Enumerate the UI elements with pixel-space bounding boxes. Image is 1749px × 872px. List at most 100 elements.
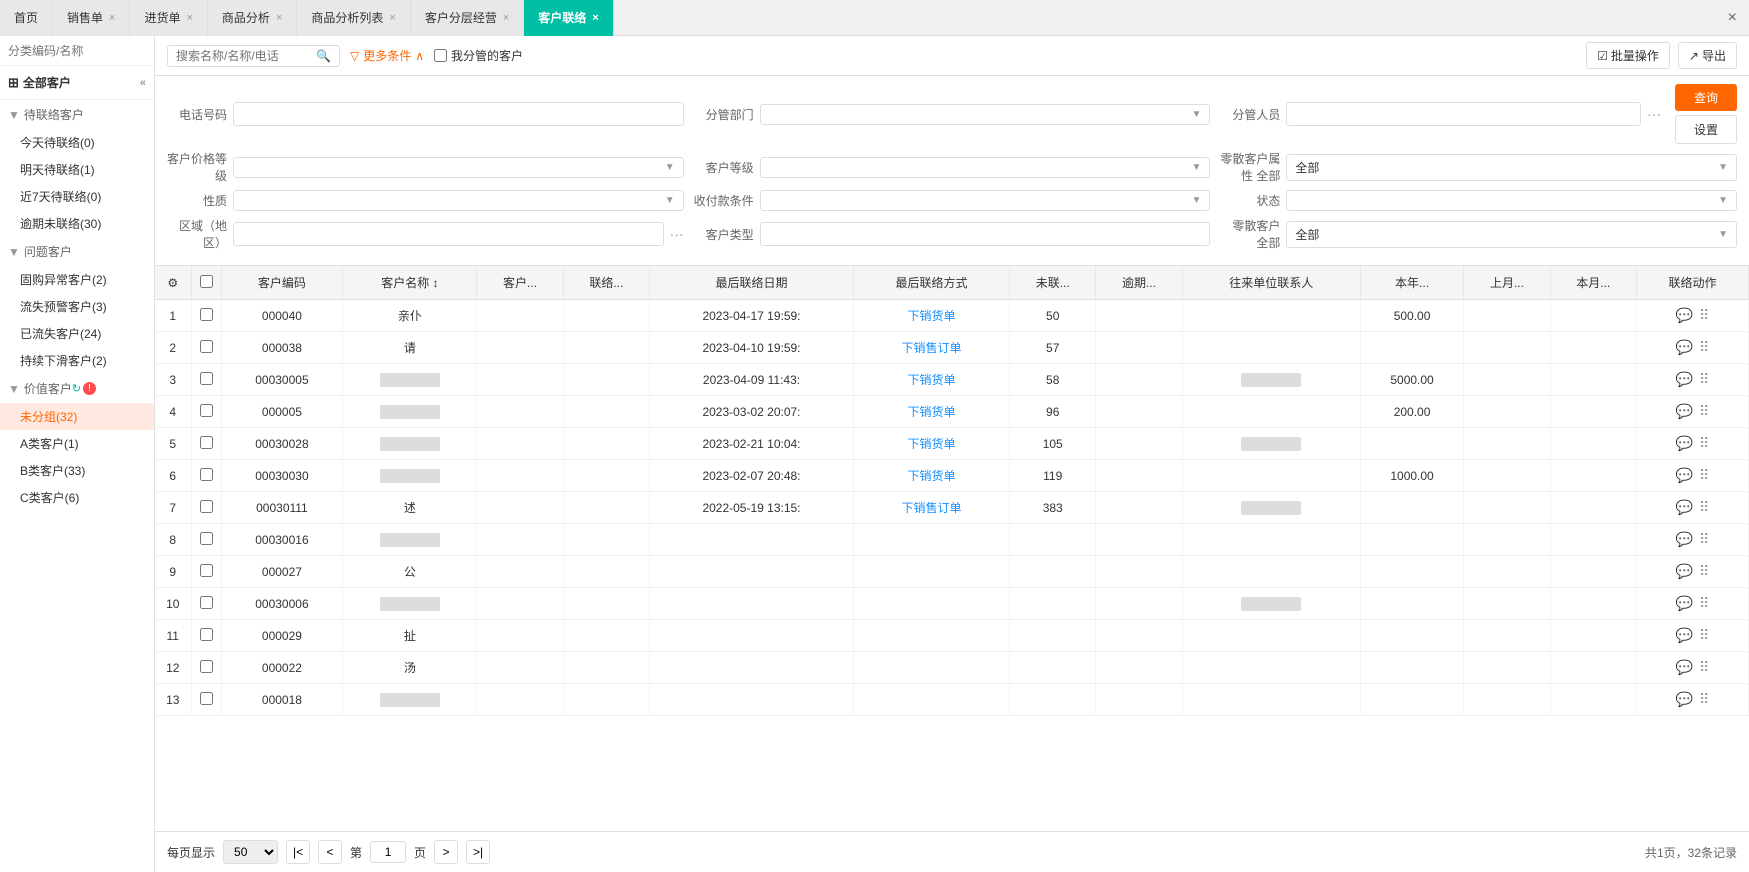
contact-type-link[interactable]: 下销售订单	[902, 501, 962, 515]
sidebar-group-value[interactable]: ▼ 价值客户 ↻ !	[0, 374, 154, 403]
tab-analysis-list-close[interactable]: ×	[389, 12, 395, 24]
contact-icon[interactable]: 💬	[1676, 627, 1693, 644]
filter-search-icon[interactable]: 🔍	[316, 49, 331, 63]
reset-button[interactable]: 设置	[1675, 115, 1737, 144]
sidebar-item-tomorrow[interactable]: 明天待联络(1)	[0, 156, 154, 183]
tab-sales[interactable]: 销售单 ×	[53, 0, 130, 36]
contact-type-link[interactable]: 下销货单	[908, 373, 956, 387]
cell-checkbox[interactable]	[191, 460, 221, 492]
sidebar-search-input[interactable]	[8, 44, 155, 58]
sidebar-group-pending[interactable]: ▼ 待联络客户	[0, 100, 154, 129]
cell-last-type[interactable]	[853, 684, 1009, 716]
cell-last-type[interactable]: 下销售订单	[853, 492, 1009, 524]
more-action-icon[interactable]: ⠿	[1699, 659, 1709, 676]
row-checkbox[interactable]	[200, 692, 213, 705]
more-action-icon[interactable]: ⠿	[1699, 691, 1709, 708]
filter-search-box[interactable]: 🔍	[167, 45, 340, 67]
contact-type-link[interactable]: 下销货单	[908, 405, 956, 419]
cell-last-type[interactable]	[853, 588, 1009, 620]
contact-icon[interactable]: 💬	[1676, 595, 1693, 612]
page-size-select[interactable]: 50 100	[223, 840, 278, 864]
tab-customer-contact-close[interactable]: ×	[592, 12, 598, 24]
cell-last-type[interactable]	[853, 652, 1009, 684]
customer-grade-select[interactable]: ▼	[760, 157, 1211, 178]
tab-analysis-list[interactable]: 商品分析列表 ×	[297, 0, 410, 36]
tab-customer-segment[interactable]: 客户分层经营 ×	[411, 0, 524, 36]
row-checkbox[interactable]	[200, 436, 213, 449]
manager-ellipsis-btn[interactable]: ···	[1647, 106, 1661, 122]
my-customers-checkbox[interactable]	[434, 49, 447, 62]
tab-customer-segment-close[interactable]: ×	[503, 12, 509, 24]
cell-checkbox[interactable]	[191, 492, 221, 524]
more-action-icon[interactable]: ⠿	[1699, 531, 1709, 548]
cell-last-type[interactable]	[853, 620, 1009, 652]
manager-input[interactable]	[1286, 102, 1641, 126]
row-checkbox[interactable]	[200, 660, 213, 673]
tab-purchase[interactable]: 进货单 ×	[130, 0, 207, 36]
sidebar-item-overdue[interactable]: 逾期未联络(30)	[0, 210, 154, 237]
more-action-icon[interactable]: ⠿	[1699, 627, 1709, 644]
more-action-icon[interactable]: ⠿	[1699, 403, 1709, 420]
page-input[interactable]	[370, 841, 406, 863]
row-checkbox[interactable]	[200, 564, 213, 577]
more-action-icon[interactable]: ⠿	[1699, 499, 1709, 516]
contact-icon[interactable]: 💬	[1676, 691, 1693, 708]
cust-type-input[interactable]	[760, 222, 1211, 246]
prev-page-btn[interactable]: <	[318, 840, 342, 864]
cell-last-type[interactable]: 下销货单	[853, 428, 1009, 460]
more-conditions-btn[interactable]: ▽ 更多条件 ∧	[350, 47, 424, 64]
contact-icon[interactable]: 💬	[1676, 339, 1693, 356]
row-checkbox[interactable]	[200, 404, 213, 417]
sidebar-item-today[interactable]: 今天待联络(0)	[0, 129, 154, 156]
sidebar-item-a-class[interactable]: A类客户(1)	[0, 430, 154, 457]
tab-analysis-close[interactable]: ×	[276, 12, 282, 24]
contact-type-link[interactable]: 下销售订单	[902, 341, 962, 355]
status-select[interactable]: ▼	[1286, 190, 1737, 211]
contact-icon[interactable]: 💬	[1676, 403, 1693, 420]
cell-checkbox[interactable]	[191, 652, 221, 684]
contact-icon[interactable]: 💬	[1676, 467, 1693, 484]
sidebar-item-declining[interactable]: 持续下滑客户(2)	[0, 347, 154, 374]
sidebar-item-ungroup[interactable]: 未分组(32)	[0, 403, 154, 430]
row-checkbox[interactable]	[200, 532, 213, 545]
more-action-icon[interactable]: ⠿	[1699, 595, 1709, 612]
th-settings[interactable]: ⚙	[155, 266, 191, 300]
cell-checkbox[interactable]	[191, 524, 221, 556]
my-customers-toggle[interactable]: 我分管的客户	[434, 47, 523, 64]
contact-icon[interactable]: 💬	[1676, 531, 1693, 548]
more-action-icon[interactable]: ⠿	[1699, 563, 1709, 580]
cell-last-type[interactable]: 下销货单	[853, 460, 1009, 492]
contact-type-link[interactable]: 下销货单	[908, 469, 956, 483]
sidebar-search-box[interactable]: 🔍	[0, 36, 154, 66]
sidebar-all-customers[interactable]: ⊞ 全部客户 «	[0, 66, 154, 100]
nature-select[interactable]: ▼	[233, 190, 684, 211]
cell-checkbox[interactable]	[191, 428, 221, 460]
row-checkbox[interactable]	[200, 308, 213, 321]
more-action-icon[interactable]: ⠿	[1699, 307, 1709, 324]
th-checkbox[interactable]	[191, 266, 221, 300]
cell-checkbox[interactable]	[191, 620, 221, 652]
retail-attr-select[interactable]: 全部 ▼	[1286, 154, 1737, 181]
tab-purchase-close[interactable]: ×	[186, 12, 192, 24]
last-page-btn[interactable]: >|	[466, 840, 490, 864]
query-button[interactable]: 查询	[1675, 84, 1737, 111]
cell-checkbox[interactable]	[191, 300, 221, 332]
row-checkbox[interactable]	[200, 340, 213, 353]
cell-last-type[interactable]: 下销货单	[853, 364, 1009, 396]
collapse-icon[interactable]: «	[140, 77, 146, 89]
first-page-btn[interactable]: |<	[286, 840, 310, 864]
region-ellipsis-btn[interactable]: ···	[670, 226, 684, 242]
select-all-checkbox[interactable]	[200, 275, 213, 288]
row-checkbox[interactable]	[200, 372, 213, 385]
row-checkbox[interactable]	[200, 596, 213, 609]
contact-icon[interactable]: 💬	[1676, 307, 1693, 324]
next-page-btn[interactable]: >	[434, 840, 458, 864]
sidebar-item-7days[interactable]: 近7天待联络(0)	[0, 183, 154, 210]
row-checkbox[interactable]	[200, 500, 213, 513]
tab-home[interactable]: 首页	[0, 0, 53, 36]
sidebar-item-churn-warning[interactable]: 流失预警客户(3)	[0, 293, 154, 320]
sidebar-item-lost[interactable]: 已流失客户(24)	[0, 320, 154, 347]
contact-type-link[interactable]: 下销货单	[908, 437, 956, 451]
refresh-icon[interactable]: ↻	[72, 382, 81, 395]
sidebar-item-b-class[interactable]: B类客户(33)	[0, 457, 154, 484]
